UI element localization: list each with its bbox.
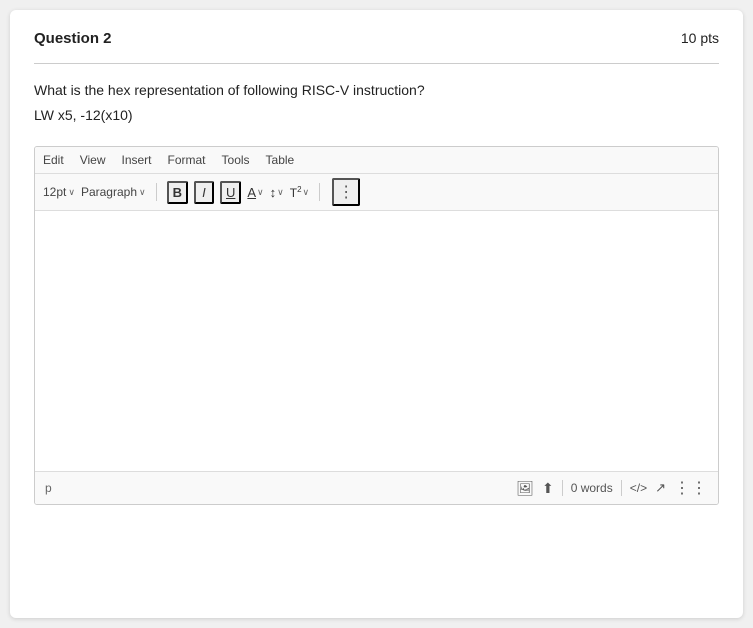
superscript-selector[interactable]: T2 ∨ [290, 185, 309, 200]
footer-right-controls: 🖼 ⬆ 0 words </> ↗ ⋮⋮ [516, 478, 708, 498]
html-tag-indicator: p [45, 481, 52, 495]
question-title: Question 2 [34, 30, 112, 47]
font-size-selector[interactable]: 12pt ∨ [43, 185, 75, 199]
editor-container: Edit View Insert Format Tools Table 12pt… [34, 146, 719, 505]
toolbar-divider-2 [319, 183, 320, 201]
question-card: Question 2 10 pts What is the hex repres… [10, 10, 743, 618]
paragraph-chevron: ∨ [139, 187, 146, 198]
footer-more-button[interactable]: ⋮⋮ [674, 478, 708, 498]
toolbar-divider-1 [156, 183, 157, 201]
bold-button[interactable]: B [167, 181, 188, 204]
font-color-chevron: ∨ [257, 187, 264, 198]
editor-content-area[interactable] [35, 211, 718, 471]
footer-separator-2 [621, 480, 622, 496]
line-height-chevron: ∨ [277, 187, 284, 198]
editor-footer: p 🖼 ⬆ 0 words </> ↗ ⋮⋮ [35, 471, 718, 504]
font-size-value: 12pt [43, 185, 66, 199]
menu-tools[interactable]: Tools [222, 151, 250, 169]
line-height-label: ↕ [270, 185, 277, 200]
italic-button[interactable]: I [194, 181, 214, 204]
menu-insert[interactable]: Insert [121, 151, 151, 169]
expand-button[interactable]: ↗ [655, 480, 666, 496]
footer-separator [562, 480, 563, 496]
upload-icon[interactable]: ⬆ [542, 480, 554, 497]
question-header: Question 2 10 pts [34, 30, 719, 47]
question-code-text: LW x5, -12(x10) [34, 105, 719, 126]
question-points: 10 pts [681, 30, 719, 46]
menu-format[interactable]: Format [168, 151, 206, 169]
menu-table[interactable]: Table [266, 151, 295, 169]
more-options-button[interactable]: ⋮ [332, 178, 360, 206]
code-view-button[interactable]: </> [630, 481, 647, 495]
image-icon[interactable]: 🖼 [516, 480, 534, 497]
paragraph-style-selector[interactable]: Paragraph ∨ [81, 185, 146, 199]
superscript-label: T2 [290, 185, 302, 200]
editor-toolbar: 12pt ∨ Paragraph ∨ B I U A ∨ ↕ ∨ T2 ∨ [35, 174, 718, 211]
menu-edit[interactable]: Edit [43, 151, 64, 169]
question-body-text: What is the hex representation of follow… [34, 80, 719, 101]
editor-menubar: Edit View Insert Format Tools Table [35, 147, 718, 174]
menu-view[interactable]: View [80, 151, 106, 169]
header-divider [34, 63, 719, 64]
font-color-label: A [247, 185, 256, 200]
superscript-chevron: ∨ [303, 187, 310, 198]
font-size-chevron: ∨ [68, 187, 75, 198]
paragraph-style-value: Paragraph [81, 185, 137, 199]
line-height-selector[interactable]: ↕ ∨ [270, 185, 284, 200]
word-count-label: 0 words [571, 481, 613, 495]
font-color-selector[interactable]: A ∨ [247, 185, 263, 200]
underline-button[interactable]: U [220, 181, 241, 204]
